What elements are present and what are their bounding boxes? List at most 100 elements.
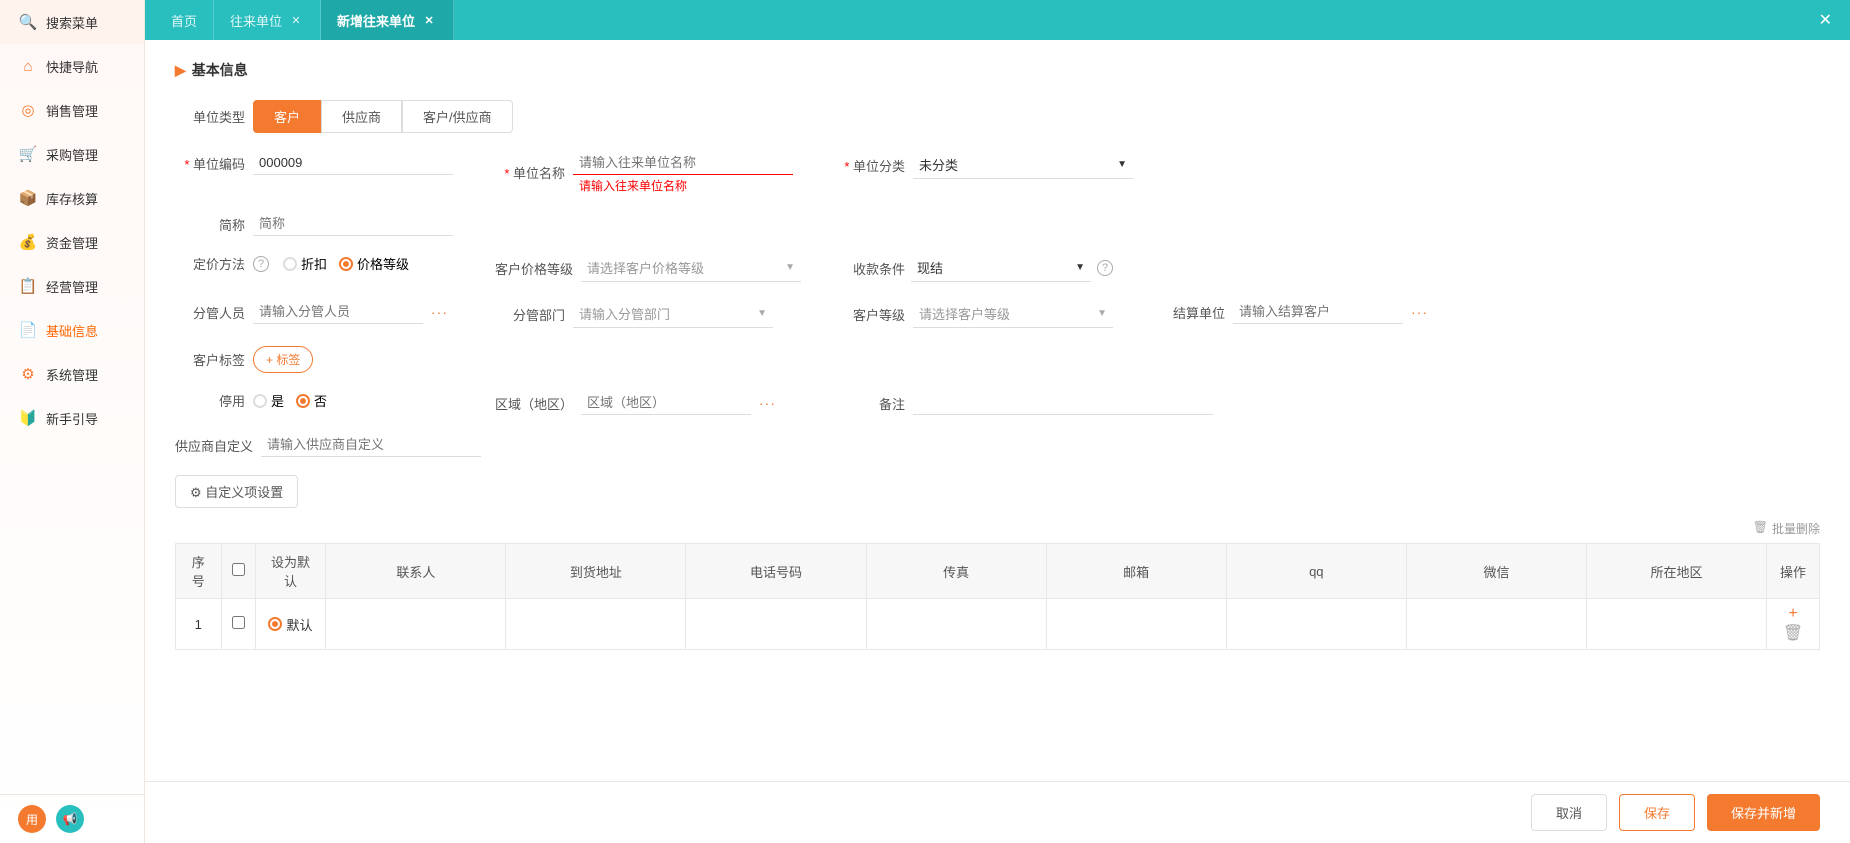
short-name-input[interactable] [253, 212, 453, 236]
region-field: 区域（地区） ··· [495, 391, 835, 415]
department-select[interactable]: 请输入分管部门 ▼ [573, 300, 773, 328]
pricing-discount-label: 折扣 [301, 254, 327, 273]
select-all-checkbox[interactable] [232, 563, 245, 576]
settlement-unit-label: 结算单位 [1155, 303, 1225, 322]
row-wechat[interactable] [1406, 599, 1586, 650]
sidebar: 🔍 搜索菜单 ⌂ 快捷导航 ◎ 销售管理 🛒 采购管理 📦 库存核算 💰 资金管… [0, 0, 145, 843]
add-tag-button[interactable]: + 标签 [253, 346, 313, 373]
custom-settings-button[interactable]: ⚙ 自定义项设置 [175, 475, 298, 508]
contact-table: 序号 设为默认 联系人 到货地址 电话号码 传真 邮箱 qq 微信 所在地区 操… [175, 543, 1820, 650]
settlement-unit-field: 结算单位 ··· [1155, 300, 1820, 324]
customer-tag-row: 客户标签 + 标签 [175, 346, 1820, 373]
disable-no-circle [296, 394, 310, 408]
remark-field: 备注 [835, 391, 1820, 415]
pricing-level-label: 价格等级 [357, 254, 409, 273]
row-fax[interactable] [866, 599, 1046, 650]
disable-region-remark-row: 停用 是 否 区域（地区） ··· 备注 [175, 391, 1820, 415]
save-button[interactable]: 保存 [1619, 794, 1695, 831]
row-phone[interactable] [686, 599, 866, 650]
row-fax-input[interactable] [877, 617, 1036, 632]
manager-input[interactable] [253, 300, 423, 324]
unit-code-input[interactable] [253, 151, 453, 175]
row-contact[interactable] [326, 599, 506, 650]
unit-type-row: 单位类型 客户 供应商 客户/供应商 [175, 100, 1820, 133]
sidebar-item-basic-info[interactable]: 📄 基础信息 [0, 308, 144, 352]
sidebar-item-guide[interactable]: 🔰 新手引导 [0, 396, 144, 440]
sidebar-item-purchase[interactable]: 🛒 采购管理 [0, 132, 144, 176]
cancel-button[interactable]: 取消 [1531, 794, 1607, 831]
unit-code-label: 单位编码 [175, 154, 245, 173]
sidebar-item-system[interactable]: ⚙ 系统管理 [0, 352, 144, 396]
region-more-btn[interactable]: ··· [759, 395, 776, 411]
col-qq: qq [1226, 544, 1406, 599]
tab-partners[interactable]: 往来单位 ✕ [214, 0, 321, 40]
section-basic-info: ▶ 基本信息 [175, 60, 1820, 80]
row-email-input[interactable] [1057, 617, 1216, 632]
unit-type-both-btn[interactable]: 客户/供应商 [402, 100, 513, 133]
tab-home[interactable]: 首页 [155, 0, 214, 40]
row-wechat-input[interactable] [1417, 617, 1576, 632]
sidebar-item-operations[interactable]: 📋 经营管理 [0, 264, 144, 308]
sidebar-item-search[interactable]: 🔍 搜索菜单 [0, 0, 144, 44]
disable-yes-radio[interactable]: 是 [253, 391, 284, 410]
add-row-button[interactable]: + [1788, 605, 1797, 623]
payment-terms-value: 现结 [917, 258, 943, 277]
user-avatar[interactable]: 用 [18, 805, 46, 833]
unit-code-field: 单位编码 [175, 151, 495, 175]
row-phone-input[interactable] [696, 617, 855, 632]
tab-home-label: 首页 [171, 11, 197, 30]
finance-icon: 💰 [18, 232, 38, 252]
sidebar-item-quick-nav[interactable]: ⌂ 快捷导航 [0, 44, 144, 88]
customer-price-level-select[interactable]: 请选择客户价格等级 ▼ [581, 254, 801, 282]
manager-more-btn[interactable]: ··· [431, 304, 448, 320]
row-region[interactable] [1587, 599, 1767, 650]
row-address-input[interactable] [516, 617, 675, 632]
col-checkbox [221, 544, 255, 599]
disable-yes-label: 是 [271, 391, 284, 410]
delete-row-button[interactable]: 🗑 [1783, 623, 1803, 643]
manager-field: 分管人员 ··· [175, 300, 495, 324]
unit-type-supplier-btn[interactable]: 供应商 [321, 100, 402, 133]
row-address[interactable] [506, 599, 686, 650]
batch-delete-label[interactable]: 批量删除 [1772, 520, 1820, 537]
pricing-discount-radio[interactable]: 折扣 [283, 254, 327, 273]
pricing-help-icon[interactable]: ? [253, 256, 269, 272]
unit-category-value: 未分类 [919, 155, 958, 174]
row-default-radio[interactable]: 默认 [266, 615, 316, 634]
unit-name-error: 请输入往来单位名称 [579, 177, 793, 194]
disable-no-radio[interactable]: 否 [296, 391, 327, 410]
pricing-level-circle [339, 257, 353, 271]
payment-terms-help-icon[interactable]: ? [1097, 260, 1113, 276]
tab-new-partner-close[interactable]: ✕ [421, 12, 437, 28]
sidebar-item-finance[interactable]: 💰 资金管理 [0, 220, 144, 264]
window-close-button[interactable]: ✕ [1811, 10, 1840, 30]
row-qq[interactable] [1226, 599, 1406, 650]
row-contact-input[interactable] [336, 617, 495, 632]
col-index: 序号 [176, 544, 222, 599]
pricing-level-radio[interactable]: 价格等级 [339, 254, 409, 273]
customer-level-field: 客户等级 请选择客户等级 ▼ [835, 300, 1155, 328]
notification-icon[interactable]: 📢 [56, 805, 84, 833]
sidebar-item-inventory[interactable]: 📦 库存核算 [0, 176, 144, 220]
row-email[interactable] [1046, 599, 1226, 650]
payment-terms-select[interactable]: 现结 ▼ [911, 254, 1091, 282]
sidebar-item-sales[interactable]: ◎ 销售管理 [0, 88, 144, 132]
unit-category-select[interactable]: 未分类 ▼ [913, 151, 1133, 179]
row-checkbox[interactable] [232, 616, 245, 629]
tab-partners-close[interactable]: ✕ [288, 12, 304, 28]
unit-name-input[interactable] [573, 151, 793, 175]
unit-category-label: 单位分类 [835, 156, 905, 175]
remark-input[interactable] [913, 391, 1213, 415]
tab-new-partner[interactable]: 新增往来单位 ✕ [321, 0, 454, 40]
supplier-custom-input[interactable] [261, 433, 481, 457]
sidebar-item-label: 系统管理 [46, 365, 98, 384]
save-and-new-button[interactable]: 保存并新增 [1707, 794, 1820, 831]
row-qq-input[interactable] [1237, 617, 1396, 632]
unit-type-customer-btn[interactable]: 客户 [253, 100, 321, 133]
settlement-unit-more-btn[interactable]: ··· [1411, 304, 1428, 320]
region-input[interactable] [581, 391, 751, 415]
settlement-unit-input[interactable] [1233, 300, 1403, 324]
sidebar-item-label: 销售管理 [46, 101, 98, 120]
row-region-input[interactable] [1597, 617, 1756, 632]
customer-level-select[interactable]: 请选择客户等级 ▼ [913, 300, 1113, 328]
